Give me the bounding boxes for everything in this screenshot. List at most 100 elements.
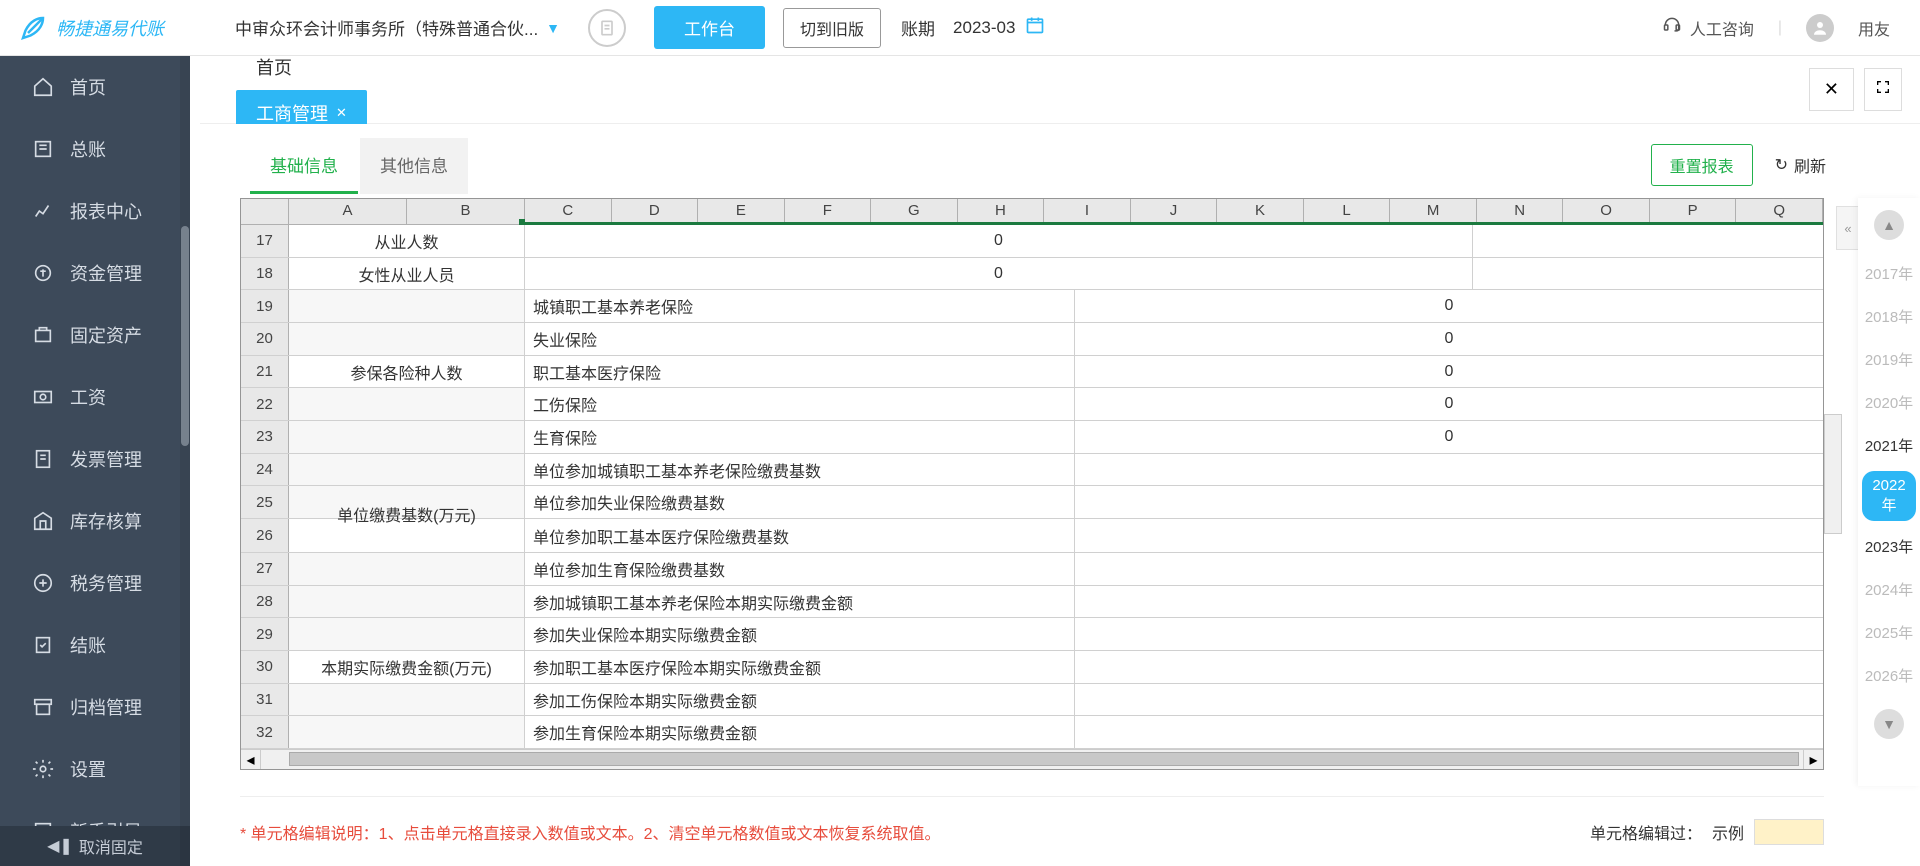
cell-category[interactable] — [289, 684, 525, 716]
cell-category[interactable] — [289, 553, 525, 585]
sidebar-item-invoice[interactable]: 发票管理 — [0, 428, 190, 490]
cell-item[interactable]: 单位参加职工基本医疗保险缴费基数 — [525, 519, 1075, 552]
year-option[interactable]: 2023年 — [1858, 525, 1920, 568]
cell-value[interactable]: 0 — [525, 258, 1473, 290]
avatar-icon[interactable] — [1806, 14, 1834, 42]
cell-item[interactable]: 城镇职工基本养老保险 — [525, 290, 1075, 322]
row-number[interactable]: 31 — [241, 684, 289, 716]
cell-item[interactable]: 参加城镇职工基本养老保险本期实际缴费金额 — [525, 586, 1075, 618]
org-selector[interactable]: 中审众环会计师事务所（特殊普通合伙... ▼ — [235, 15, 560, 40]
cell-category[interactable] — [289, 618, 525, 650]
cell-value[interactable]: 0 — [1075, 356, 1823, 388]
row-number[interactable]: 20 — [241, 323, 289, 355]
sidebar-item-tax[interactable]: 税务管理 — [0, 552, 190, 614]
sidebar-item-gear[interactable]: 设置 — [0, 738, 190, 800]
cell-item[interactable]: 参加失业保险本期实际缴费金额 — [525, 618, 1075, 650]
vertical-scrollbar[interactable] — [1824, 414, 1842, 534]
sidebar-item-close-book[interactable]: 结账 — [0, 614, 190, 676]
year-panel-collapse-button[interactable]: « — [1836, 206, 1860, 250]
horizontal-scrollbar[interactable]: ◂ ▸ — [241, 749, 1823, 769]
cell-item[interactable]: 参加工伤保险本期实际缴费金额 — [525, 684, 1075, 716]
select-all-corner[interactable] — [241, 199, 289, 224]
cell-category[interactable] — [289, 716, 525, 748]
clipboard-icon[interactable] — [588, 9, 626, 47]
sidebar-scrollbar[interactable] — [180, 56, 190, 866]
col-header-O[interactable]: O — [1563, 199, 1650, 222]
sub-tab-其他信息[interactable]: 其他信息 — [360, 138, 468, 194]
cell-value[interactable]: 0 — [1075, 388, 1823, 420]
row-number[interactable]: 21 — [241, 356, 289, 388]
year-option[interactable]: 2022年 — [1862, 471, 1916, 521]
cell-value[interactable]: 0 — [525, 225, 1473, 257]
cell-category[interactable] — [289, 323, 525, 355]
cell-category[interactable]: 女性从业人员 — [289, 258, 525, 290]
col-header-I[interactable]: I — [1044, 199, 1131, 222]
cell-category[interactable] — [289, 586, 525, 618]
cell-value[interactable]: 0 — [1075, 290, 1823, 322]
scroll-right-arrow[interactable]: ▸ — [1803, 750, 1823, 769]
col-header-F[interactable]: F — [785, 199, 872, 222]
cell-value[interactable] — [1075, 716, 1823, 748]
col-header-B[interactable]: B — [407, 199, 525, 224]
cell-category[interactable] — [289, 454, 525, 486]
row-number[interactable]: 32 — [241, 716, 289, 748]
col-header-N[interactable]: N — [1477, 199, 1564, 222]
cell-item[interactable]: 参加生育保险本期实际缴费金额 — [525, 716, 1075, 748]
scroll-thumb[interactable] — [289, 752, 1799, 766]
row-number[interactable]: 24 — [241, 454, 289, 486]
support-link[interactable]: 人工咨询 — [1662, 15, 1754, 40]
col-header-D[interactable]: D — [612, 199, 699, 222]
year-option[interactable]: 2021年 — [1858, 424, 1920, 467]
sidebar-item-chart[interactable]: 报表中心 — [0, 180, 190, 242]
cell-category[interactable]: 本期实际缴费金额(万元) — [289, 651, 525, 683]
col-header-H[interactable]: H — [958, 199, 1045, 222]
username[interactable]: 用友 — [1858, 16, 1890, 40]
cell-value[interactable] — [1075, 553, 1823, 585]
sidebar-item-archive[interactable]: 归档管理 — [0, 676, 190, 738]
tab-首页[interactable]: 首页 — [236, 44, 367, 90]
cell-value[interactable] — [1075, 684, 1823, 716]
col-header-M[interactable]: M — [1390, 199, 1477, 222]
row-number[interactable]: 18 — [241, 258, 289, 290]
col-header-P[interactable]: P — [1650, 199, 1737, 222]
cell-value[interactable] — [1075, 651, 1823, 683]
row-number[interactable]: 29 — [241, 618, 289, 650]
sidebar-item-ledger[interactable]: 总账 — [0, 118, 190, 180]
row-number[interactable]: 23 — [241, 421, 289, 453]
row-number[interactable]: 28 — [241, 586, 289, 618]
sidebar-item-money[interactable]: 资金管理 — [0, 242, 190, 304]
cell-category[interactable] — [289, 290, 525, 322]
refresh-button[interactable]: ↻ 刷新 — [1775, 153, 1826, 177]
close-all-tabs-button[interactable]: ✕ — [1809, 68, 1854, 111]
row-number[interactable]: 26 — [241, 519, 289, 552]
col-header-Q[interactable]: Q — [1736, 199, 1823, 222]
cell-category[interactable]: 从业人数 — [289, 225, 525, 257]
cell-value[interactable] — [1075, 454, 1823, 486]
cell-category[interactable] — [289, 421, 525, 453]
cell-category[interactable]: 单位缴费基数(万元) — [289, 502, 525, 553]
spreadsheet[interactable]: ABCDEFGHIJKLMNOPQ 17从业人数018女性从业人员019城镇职工… — [240, 198, 1824, 770]
cell-item[interactable]: 生育保险 — [525, 421, 1075, 453]
fullscreen-button[interactable] — [1864, 68, 1902, 111]
cell-item[interactable]: 单位参加城镇职工基本养老保险缴费基数 — [525, 454, 1075, 486]
col-header-L[interactable]: L — [1304, 199, 1391, 222]
old-version-button[interactable]: 切到旧版 — [783, 8, 881, 48]
sub-tab-基础信息[interactable]: 基础信息 — [250, 138, 358, 194]
cell-item[interactable]: 参加职工基本医疗保险本期实际缴费金额 — [525, 651, 1075, 683]
unpin-sidebar-button[interactable]: ◀❚ 取消固定 — [0, 826, 190, 866]
col-header-C[interactable]: C — [525, 199, 612, 222]
cell-value[interactable] — [1075, 519, 1823, 552]
year-down-button[interactable]: ▼ — [1874, 709, 1904, 739]
cell-empty[interactable] — [1473, 225, 1823, 257]
row-number[interactable]: 25 — [241, 486, 289, 518]
row-number[interactable]: 22 — [241, 388, 289, 420]
col-header-E[interactable]: E — [698, 199, 785, 222]
sidebar-item-inventory[interactable]: 库存核算 — [0, 490, 190, 552]
reset-report-button[interactable]: 重置报表 — [1651, 144, 1753, 186]
col-header-K[interactable]: K — [1217, 199, 1304, 222]
scroll-left-arrow[interactable]: ◂ — [241, 750, 261, 769]
row-number[interactable]: 27 — [241, 553, 289, 585]
sidebar-item-salary[interactable]: 工资 — [0, 366, 190, 428]
sidebar-item-home[interactable]: 首页 — [0, 56, 190, 118]
col-header-A[interactable]: A — [289, 199, 407, 224]
